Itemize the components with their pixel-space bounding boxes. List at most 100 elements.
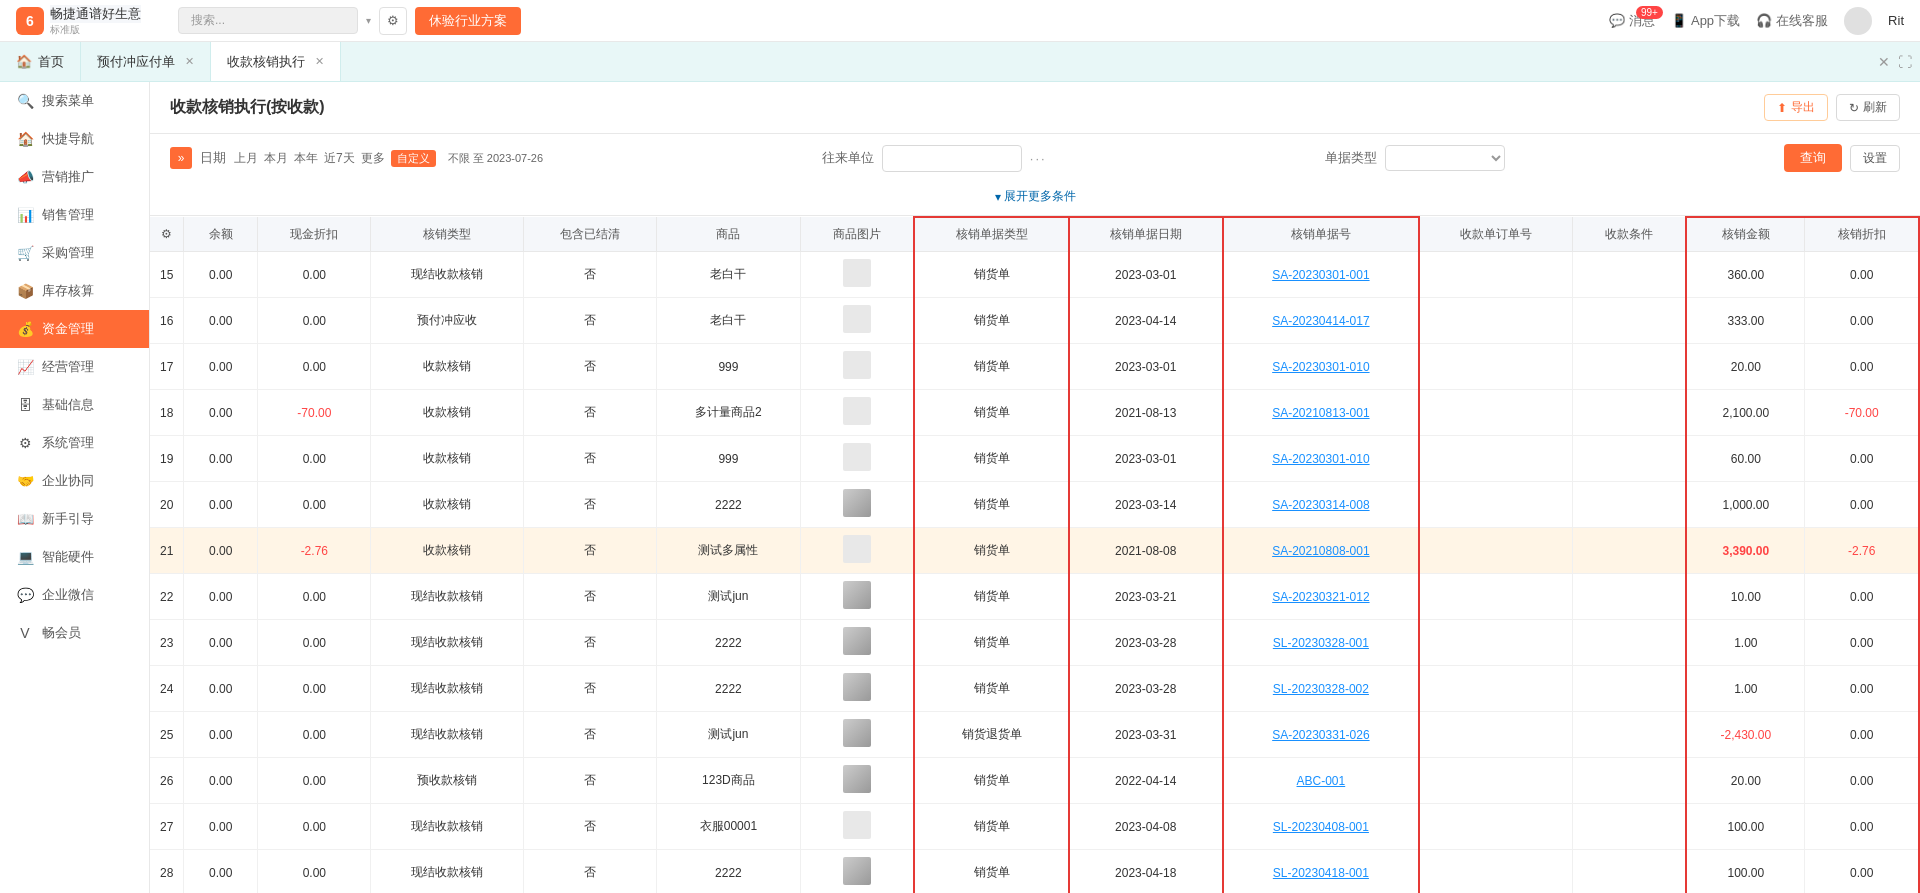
row-bill-type: 销货单 (914, 390, 1068, 436)
row-bill-no[interactable]: SL-20230328-001 (1223, 620, 1419, 666)
row-bill-no[interactable]: SA-20210813-001 (1223, 390, 1419, 436)
row-bill-no[interactable]: SA-20230301-001 (1223, 252, 1419, 298)
sidebar-item-operations[interactable]: 📈 经营管理 (0, 348, 149, 386)
custom-date-btn[interactable]: 自定义 (391, 150, 436, 167)
product-img (843, 627, 871, 655)
tab-collection[interactable]: 收款核销执行 ✕ (211, 42, 341, 81)
row-product-img (800, 804, 914, 850)
row-id: 16 (150, 298, 184, 344)
filter-row-1: » 日期 上月 本月 本年 近7天 更多 自定义 不限 至 2023-07-26… (170, 144, 1900, 172)
row-bill-no[interactable]: ABC-001 (1223, 758, 1419, 804)
row-bill-no[interactable]: SA-20210808-001 (1223, 528, 1419, 574)
row-type: 收款核销 (371, 528, 524, 574)
message-button[interactable]: 💬 消息 99+ (1609, 12, 1655, 30)
row-balance: 0.00 (184, 390, 258, 436)
sidebar-item-sales[interactable]: 📊 销售管理 (0, 196, 149, 234)
row-product: 老白干 (656, 252, 800, 298)
row-bill-no[interactable]: SA-20230321-012 (1223, 574, 1419, 620)
sidebar-item-search[interactable]: 🔍 搜索菜单 (0, 82, 149, 120)
row-bill-no[interactable]: SA-20230414-017 (1223, 298, 1419, 344)
row-bill-no[interactable]: SL-20230328-002 (1223, 666, 1419, 712)
query-button[interactable]: 查询 (1784, 144, 1842, 172)
row-product: 测试jun (656, 712, 800, 758)
date-7days[interactable]: 近7天 (324, 150, 355, 167)
three-dots-icon[interactable]: ··· (1030, 151, 1047, 166)
header-actions: ⬆ 导出 ↻ 刷新 (1764, 94, 1900, 121)
row-balance: 0.00 (184, 252, 258, 298)
top-center: 搜索... ▾ ⚙ 休验行业方案 (178, 7, 1597, 35)
sales-icon: 📊 (16, 206, 34, 224)
row-product: 测试jun (656, 574, 800, 620)
row-order-no (1419, 482, 1572, 528)
sidebar-item-basic-info[interactable]: 🗄 基础信息 (0, 386, 149, 424)
sidebar-item-member[interactable]: V 畅会员 (0, 614, 149, 652)
row-bill-date: 2023-04-18 (1069, 850, 1223, 894)
expand-button[interactable]: » (170, 147, 192, 169)
sidebar-item-collab[interactable]: 🤝 企业协同 (0, 462, 149, 500)
row-type: 现结收款核销 (371, 666, 524, 712)
row-balance: 0.00 (184, 804, 258, 850)
tab-home[interactable]: 🏠 首页 (0, 42, 81, 81)
sidebar-item-finance[interactable]: 💰 资金管理 (0, 310, 149, 348)
settings-button[interactable]: 设置 (1850, 145, 1900, 172)
export-button[interactable]: ⬆ 导出 (1764, 94, 1828, 121)
service-link[interactable]: 🎧 在线客服 (1756, 12, 1828, 30)
col-bill-type: 核销单据类型 (914, 217, 1068, 252)
row-bill-no[interactable]: SA-20230301-010 (1223, 344, 1419, 390)
avatar (1844, 7, 1872, 35)
date-more[interactable]: 更多 (361, 150, 385, 167)
row-payment-condition (1572, 344, 1686, 390)
row-cash-discount: 0.00 (258, 758, 371, 804)
row-bill-no[interactable]: SA-20230301-010 (1223, 436, 1419, 482)
row-id: 27 (150, 804, 184, 850)
row-bill-no[interactable]: SA-20230331-026 (1223, 712, 1419, 758)
tab-prepayment[interactable]: 预付冲应付单 ✕ (81, 42, 211, 81)
sidebar-item-system[interactable]: ⚙ 系统管理 (0, 424, 149, 462)
maximize-icon[interactable]: ⛶ (1898, 54, 1912, 70)
refresh-button[interactable]: ↻ 刷新 (1836, 94, 1900, 121)
row-order-no (1419, 344, 1572, 390)
row-bill-no[interactable]: SA-20230314-008 (1223, 482, 1419, 528)
row-product-img (800, 758, 914, 804)
row-cash-discount: 0.00 (258, 344, 371, 390)
row-product: 衣服00001 (656, 804, 800, 850)
col-type: 核销类型 (371, 217, 524, 252)
sidebar-item-marketing[interactable]: 📣 营销推广 (0, 158, 149, 196)
row-product: 老白干 (656, 298, 800, 344)
industry-button[interactable]: 休验行业方案 (415, 7, 521, 35)
sidebar-item-purchase[interactable]: 🛒 采购管理 (0, 234, 149, 272)
sidebar-item-hardware[interactable]: 💻 智能硬件 (0, 538, 149, 576)
sidebar-item-quicknav[interactable]: 🏠 快捷导航 (0, 120, 149, 158)
close-icon[interactable]: ✕ (315, 55, 324, 68)
bill-type-select[interactable] (1385, 145, 1505, 171)
row-product: 999 (656, 436, 800, 482)
chevron-down-icon[interactable]: ▾ (366, 15, 371, 26)
top-right: 💬 消息 99+ 📱 App下载 🎧 在线客服 Rit (1609, 7, 1904, 35)
product-img (843, 305, 871, 333)
row-discount: 0.00 (1805, 252, 1919, 298)
sidebar-item-inventory[interactable]: 📦 库存核算 (0, 272, 149, 310)
app-download-link[interactable]: 📱 App下载 (1671, 12, 1740, 30)
row-cash-discount: 0.00 (258, 252, 371, 298)
date-last-month[interactable]: 上月 (234, 150, 258, 167)
row-product-img (800, 850, 914, 894)
date-this-year[interactable]: 本年 (294, 150, 318, 167)
row-settled: 否 (524, 528, 657, 574)
date-this-month[interactable]: 本月 (264, 150, 288, 167)
expand-more-btn[interactable]: ▾ 展开更多条件 (995, 188, 1076, 205)
row-id: 24 (150, 666, 184, 712)
row-amount: -2,430.00 (1686, 712, 1805, 758)
col-bill-no: 核销单据号 (1223, 217, 1419, 252)
message-badge: 99+ (1636, 6, 1663, 19)
row-id: 22 (150, 574, 184, 620)
from-unit-input[interactable] (882, 145, 1022, 172)
sidebar-item-wechat[interactable]: 💬 企业微信 (0, 576, 149, 614)
search-input[interactable]: 搜索... (178, 7, 358, 34)
sidebar-item-guide[interactable]: 📖 新手引导 (0, 500, 149, 538)
row-bill-no[interactable]: SL-20230418-001 (1223, 850, 1419, 894)
close-window-icon[interactable]: ✕ (1878, 54, 1890, 70)
row-product-img (800, 252, 914, 298)
gear-icon[interactable]: ⚙ (379, 7, 407, 35)
close-icon[interactable]: ✕ (185, 55, 194, 68)
row-bill-no[interactable]: SL-20230408-001 (1223, 804, 1419, 850)
